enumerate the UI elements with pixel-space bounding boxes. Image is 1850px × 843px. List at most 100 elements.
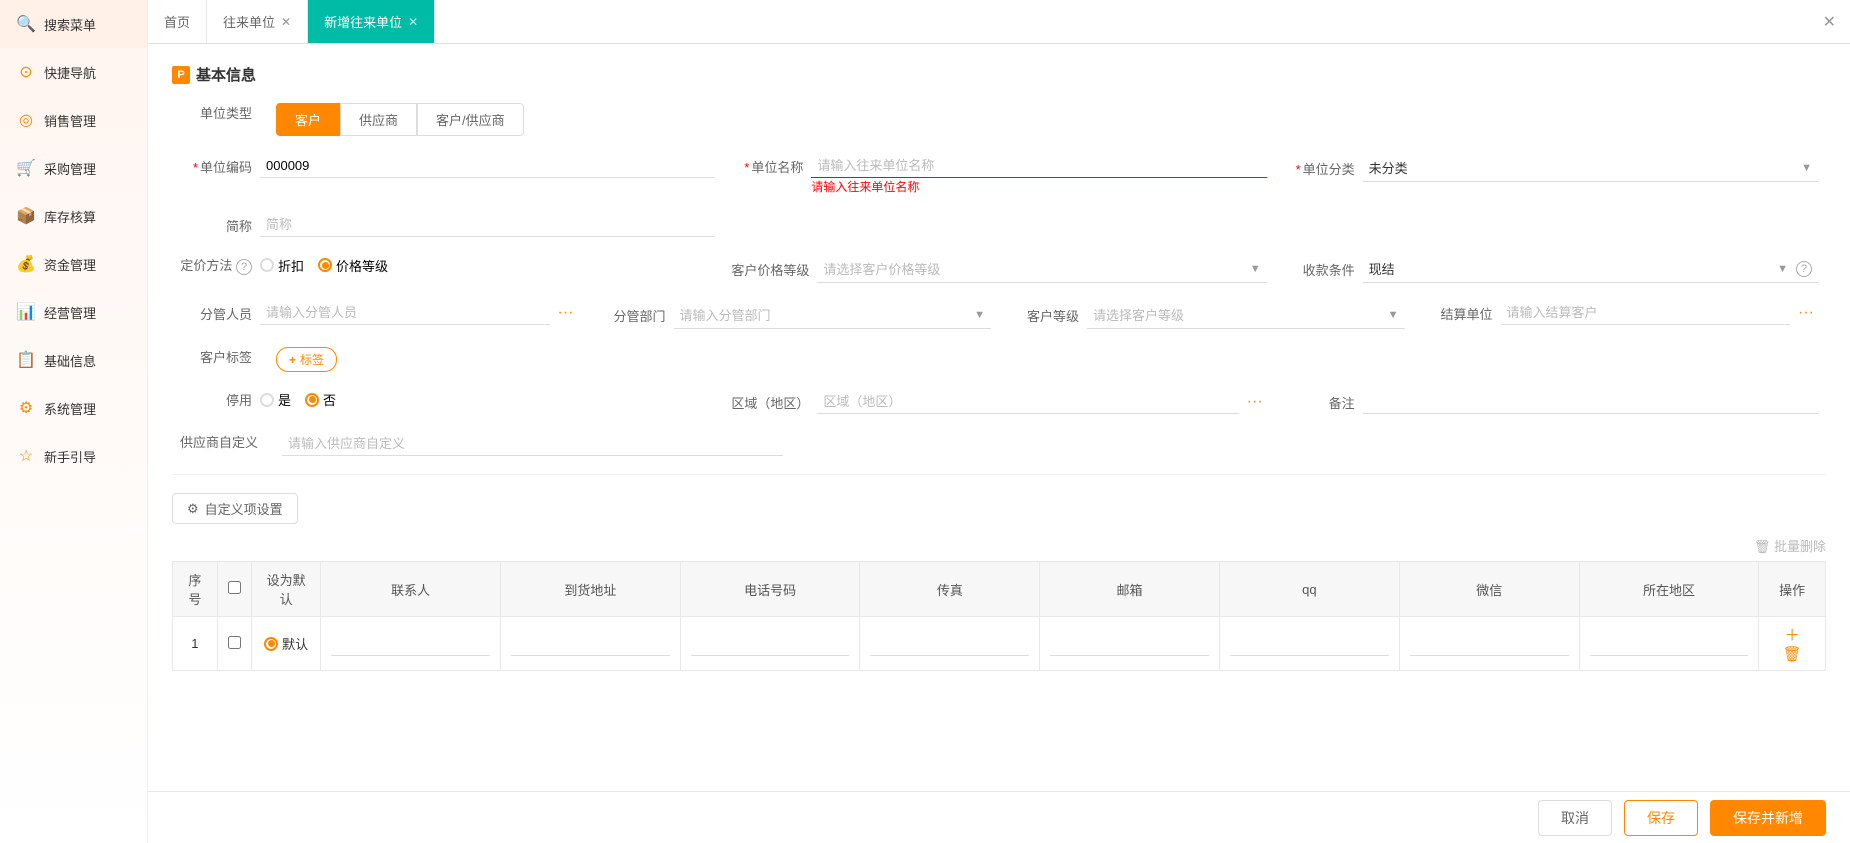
row-qq[interactable] <box>1219 617 1399 671</box>
settlement-unit-ellipsis[interactable]: ··· <box>1794 304 1818 322</box>
manager-input[interactable] <box>260 301 550 325</box>
default-radio[interactable]: 默认 <box>262 634 311 653</box>
payment-terms-chevron: ▼ <box>1777 263 1788 275</box>
disable-radio-no[interactable]: 否 <box>305 390 336 409</box>
supplier-custom-cell <box>274 432 791 456</box>
disable-radio-group: 是 否 <box>260 390 715 409</box>
col-contact: 联系人 <box>321 562 501 617</box>
unit-category-cell: *单位分类 未分类 ▼ <box>1275 154 1826 182</box>
disable-cell: 停用 是 否 <box>172 390 723 409</box>
tab-partners[interactable]: 往来单位 ✕ <box>207 0 308 43</box>
supplier-custom-input[interactable] <box>282 432 783 456</box>
unit-name-cell: *单位名称 请输入往来单位名称 <box>723 154 1274 195</box>
sidebar-item-quick-nav[interactable]: ⊙ 快捷导航 <box>0 48 147 96</box>
unit-name-input[interactable] <box>811 154 1266 178</box>
col-no: 序号 <box>173 562 218 617</box>
sidebar-item-inventory[interactable]: 📦 库存核算 <box>0 192 147 240</box>
short-name-input[interactable] <box>260 213 715 237</box>
add-tag-button[interactable]: + 标签 <box>276 347 337 372</box>
row-checkbox[interactable] <box>228 636 241 649</box>
department-label: 分管部门 <box>594 306 674 325</box>
customer-price-field: 请选择客户价格等级 ▼ <box>817 255 1266 283</box>
region-table-input[interactable] <box>1590 632 1749 656</box>
fax-input[interactable] <box>870 632 1029 656</box>
sidebar-item-search[interactable]: 🔍 搜索菜单 <box>0 0 147 48</box>
settlement-unit-field: ··· <box>1501 301 1819 325</box>
unit-category-select[interactable]: 未分类 ▼ <box>1363 154 1818 182</box>
pricing-radio-level[interactable]: 价格等级 <box>318 256 388 275</box>
department-select[interactable]: 请输入分管部门 ▼ <box>674 301 992 329</box>
save-button[interactable]: 保存 <box>1624 800 1698 836</box>
btn-supplier[interactable]: 供应商 <box>340 103 417 136</box>
sidebar-label-system: 系统管理 <box>44 399 96 418</box>
customer-tag-label: 客户标签 <box>180 347 260 366</box>
qq-input[interactable] <box>1230 632 1389 656</box>
default-radio-circle <box>264 637 278 651</box>
row-wechat[interactable] <box>1399 617 1579 671</box>
phone-input[interactable] <box>691 632 850 656</box>
row-default: 默认 <box>251 617 321 671</box>
btn-customer[interactable]: 客户 <box>276 103 340 136</box>
region-label: 区域（地区） <box>731 393 817 412</box>
settlement-unit-input[interactable] <box>1501 301 1791 325</box>
sidebar-item-operations[interactable]: 📊 经营管理 <box>0 288 147 336</box>
save-new-button[interactable]: 保存并新增 <box>1710 800 1826 836</box>
contacts-table: 序号 设为默认 联系人 到货地址 电话号码 传真 邮箱 qq 微信 所在地区 操… <box>172 561 1826 671</box>
custom-settings-button[interactable]: ⚙ 自定义项设置 <box>172 493 298 524</box>
add-tag-label: 标签 <box>300 351 324 368</box>
tab-new-partner-close[interactable]: ✕ <box>408 15 418 29</box>
unit-code-label: *单位编码 <box>180 157 260 176</box>
select-all-checkbox[interactable] <box>228 581 241 594</box>
short-name-field <box>260 213 715 237</box>
remark-input[interactable] <box>1363 390 1818 414</box>
tab-new-partner[interactable]: 新增往来单位 ✕ <box>308 0 435 43</box>
department-field: 请输入分管部门 ▼ <box>674 301 992 329</box>
main-area: 首页 往来单位 ✕ 新增往来单位 ✕ ✕ P 基本信息 单位类型 客户 供应商 <box>148 0 1850 843</box>
row-phone[interactable] <box>680 617 860 671</box>
customer-price-select[interactable]: 请选择客户价格等级 ▼ <box>817 255 1266 283</box>
tab-partners-label: 往来单位 <box>223 12 275 31</box>
sidebar-item-basic-info[interactable]: 📋 基础信息 <box>0 336 147 384</box>
btn-customer-supplier[interactable]: 客户/供应商 <box>417 103 524 136</box>
region-input[interactable] <box>817 390 1238 414</box>
unit-code-input[interactable] <box>260 154 715 178</box>
disable-radio-yes[interactable]: 是 <box>260 390 291 409</box>
add-row-btn[interactable]: ＋ <box>1782 624 1803 645</box>
sidebar-item-purchase[interactable]: 🛒 采购管理 <box>0 144 147 192</box>
sidebar-item-finance[interactable]: 💰 资金管理 <box>0 240 147 288</box>
unit-name-field <box>811 154 1266 178</box>
col-region: 所在地区 <box>1579 562 1759 617</box>
sidebar-item-system[interactable]: ⚙ 系统管理 <box>0 384 147 432</box>
sidebar-item-guide[interactable]: ☆ 新手引导 <box>0 432 147 480</box>
col-address: 到货地址 <box>501 562 681 617</box>
row-contact[interactable] <box>321 617 501 671</box>
cancel-button[interactable]: 取消 <box>1538 800 1612 836</box>
sidebar-item-sales[interactable]: ◎ 销售管理 <box>0 96 147 144</box>
payment-help-icon[interactable]: ? <box>1796 261 1812 277</box>
short-name-cell: 简称 <box>172 213 723 237</box>
row-fax[interactable] <box>860 617 1040 671</box>
pricing-help-icon[interactable]: ? <box>236 259 252 275</box>
customer-level-select[interactable]: 请选择客户等级 ▼ <box>1087 301 1405 329</box>
row-email[interactable] <box>1040 617 1220 671</box>
tab-partners-close[interactable]: ✕ <box>281 15 291 29</box>
row-check <box>217 617 251 671</box>
tabbar-close-all[interactable]: ✕ <box>1809 0 1850 43</box>
region-ellipsis[interactable]: ··· <box>1243 393 1267 411</box>
email-input[interactable] <box>1050 632 1209 656</box>
row-region[interactable] <box>1579 617 1759 671</box>
tab-home[interactable]: 首页 <box>148 0 207 43</box>
region-cell: 区域（地区） ··· <box>723 390 1274 414</box>
pricing-radio-discount[interactable]: 折扣 <box>260 256 304 275</box>
row-address[interactable] <box>501 617 681 671</box>
sidebar-label-finance: 资金管理 <box>44 255 96 274</box>
payment-terms-select[interactable]: 现结 ▼ ? <box>1363 255 1818 283</box>
address-input[interactable] <box>511 632 670 656</box>
wechat-input[interactable] <box>1410 632 1569 656</box>
sidebar-label-quick-nav: 快捷导航 <box>44 63 96 82</box>
manager-ellipsis[interactable]: ··· <box>554 304 578 322</box>
remark-label: 备注 <box>1283 393 1363 412</box>
contact-input[interactable] <box>331 632 490 656</box>
batch-delete-area: 🗑 批量删除 <box>172 536 1826 555</box>
delete-row-btn[interactable]: 🗑 <box>1780 645 1805 663</box>
